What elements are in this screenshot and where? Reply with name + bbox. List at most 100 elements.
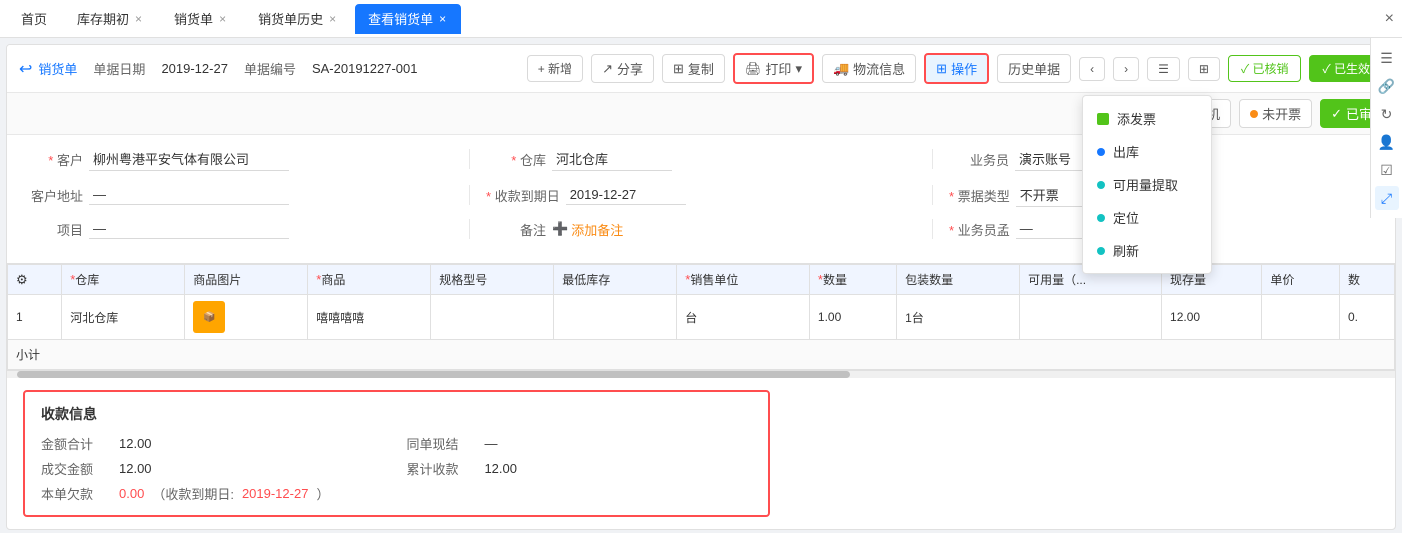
col-gear[interactable]: ⚙ [8,265,62,295]
history-button[interactable]: 历史单据 [997,54,1071,83]
tab-inventory[interactable]: 库存期初 × [64,4,157,34]
tab-sales-history[interactable]: 销货单历史 × [245,4,351,34]
add-note-button[interactable]: ➕ 添加备注 [552,220,623,239]
prev-button[interactable]: ‹ [1079,57,1105,81]
sidebar-user-icon[interactable]: 👤 [1375,130,1399,154]
sidebar-rotate-icon[interactable]: ↻ [1375,102,1399,126]
subtotal-row: 小计 [8,340,1395,370]
new-button[interactable]: + 新增 [527,55,583,82]
tab-sales-close[interactable]: × [217,12,228,26]
list-view-button[interactable]: ☰ [1147,57,1180,81]
not-open-label: 未开票 [1262,104,1301,123]
dropdown-refresh[interactable]: 刷新 [1083,234,1211,267]
cancel-status-button[interactable]: ✓ 已核销 [1228,55,1302,82]
operation-button[interactable]: ⊞ 操作 [924,53,989,84]
no-value: SA-20191227-001 [312,61,418,76]
warehouse-value: 河北仓库 [552,147,672,171]
project-field: 项目 — [23,219,453,239]
dropdown-outbound[interactable]: 出库 [1083,135,1211,168]
copy-button[interactable]: ⊞ 复制 [662,54,725,83]
product-image: 📦 [193,301,225,333]
deal-amount-label: 成交金额 [41,459,111,478]
same-order-settle-label: 同单现结 [406,434,476,453]
date-value: 2019-12-27 [161,61,228,76]
tab-view-sales-close[interactable]: × [437,12,448,26]
cumulative-value: 12.00 [484,461,517,476]
tab-home[interactable]: 首页 [8,4,60,34]
sep4 [932,185,933,205]
sidebar-expand-icon[interactable]: ⤢ [1375,186,1399,210]
sidebar-check-icon[interactable]: ☑ [1375,158,1399,182]
tab-view-sales-label: 查看销货单 [368,9,433,28]
tab-home-label: 首页 [21,9,47,28]
col-price: 单价 [1262,265,1340,295]
tab-view-sales[interactable]: 查看销货单 × [355,4,461,34]
balance-row: 本单欠款 0.00 （收款到期日: 2019-12-27 ） [41,484,386,503]
logistics-icon: 🚚 [833,61,849,77]
note-label: 备注 [486,220,546,239]
gear-icon: ⚙ [16,272,28,287]
project-label: 项目 [23,220,83,239]
cell-img: 📦 [185,295,308,340]
payment-grid: 金额合计 12.00 同单现结 — 成交金额 12.00 累计收款 12.00 [41,434,752,503]
cell-price [1262,295,1340,340]
sidebar-list-icon[interactable]: ☰ [1375,46,1399,70]
cell-stock: 12.00 [1162,295,1262,340]
copy-icon: ⊞ [673,61,684,77]
outbound-icon [1097,148,1105,156]
check-icon: ✓ [1331,106,1342,122]
sep5 [469,219,470,239]
same-order-settle-row: 同单现结 — [406,434,751,453]
close-all-tabs[interactable]: × [1385,10,1394,28]
not-open-button[interactable]: 未开票 [1239,99,1312,128]
customer-field: * 客户 柳州粤港平安气体有限公司 [23,147,453,171]
col-amount: 数 [1339,265,1394,295]
add-icon: ➕ [552,221,568,237]
col-qty: *数量 [809,265,896,295]
payment-date-field: * 收款到期日 2019-12-27 [486,185,916,205]
print-button[interactable]: 🖨 打印 ▾ [733,53,814,84]
cell-avail [1020,295,1162,340]
scroll-bar[interactable] [7,370,1395,378]
cell-qty: 1.00 [809,295,896,340]
cell-no: 1 [8,295,62,340]
cell-warehouse: 河北仓库 [62,295,185,340]
warehouse-field: * 仓库 河北仓库 [486,147,916,171]
same-order-settle-value: — [484,436,497,451]
sidebar-link-icon[interactable]: 🔗 [1375,74,1399,98]
dropdown-locate[interactable]: 定位 [1083,201,1211,234]
payment-date-required: * 收款到期日 [486,186,560,205]
doc-header: ↩ 销货单 单据日期 2019-12-27 单据编号 SA-20191227-0… [7,45,1395,93]
no-label: 单据编号 [244,59,296,78]
next-button[interactable]: › [1113,57,1139,81]
tab-sales-history-close[interactable]: × [327,12,338,26]
ticket-type-required: * 票据类型 [949,186,1010,205]
cell-pkg: 1台 [897,295,1020,340]
logistics-button[interactable]: 🚚 物流信息 [822,54,916,83]
scroll-thumb[interactable] [17,371,850,378]
tab-sales-label: 销货单 [174,9,213,28]
grid-view-button[interactable]: ⊞ [1188,57,1220,81]
doc-type-icon: ↩ [19,59,32,79]
header-actions: + 新增 ↗ 分享 ⊞ 复制 🖨 打印 ▾ 🚚 物流信息 [527,53,1383,84]
locate-label: 定位 [1113,208,1139,227]
customer-required: * 客户 [23,150,83,169]
col-img: 商品图片 [185,265,308,295]
balance-label: 本单欠款 [41,484,111,503]
cumulative-row: 累计收款 12.00 [406,459,751,478]
tab-inventory-close[interactable]: × [133,12,144,26]
share-button[interactable]: ↗ 分享 [591,54,654,83]
cell-amount: 0. [1339,295,1394,340]
add-invoice-label: 添发票 [1117,109,1156,128]
project-value: — [89,219,289,239]
balance-date: 2019-12-27 [242,486,309,501]
sep1 [469,149,470,169]
dropdown-avail-extract[interactable]: 可用量提取 [1083,168,1211,201]
dropdown-add-invoice[interactable]: 添发票 [1083,102,1211,135]
avail-extract-label: 可用量提取 [1113,175,1178,194]
tab-sales[interactable]: 销货单 × [161,4,241,34]
refresh-icon [1097,247,1105,255]
salesperson-label: 业务员 [949,150,1009,169]
cell-unit: 台 [677,295,810,340]
history-label: 历史单据 [1008,59,1060,78]
